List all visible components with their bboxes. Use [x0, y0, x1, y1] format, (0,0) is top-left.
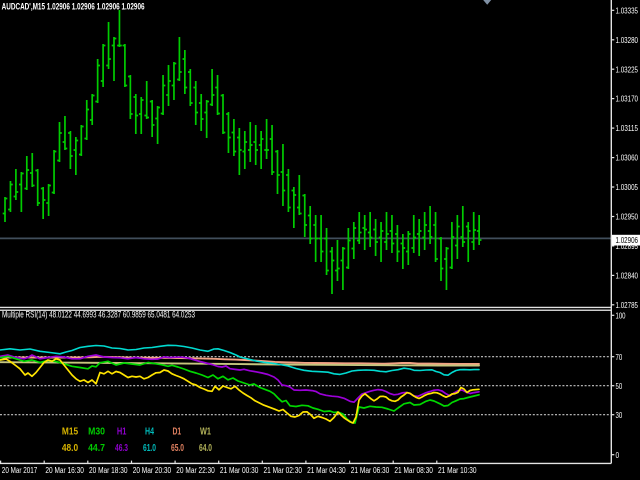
- svg-text:100: 100: [616, 310, 626, 320]
- svg-text:44.7: 44.7: [88, 443, 105, 454]
- svg-text:21 Mar 08:30: 21 Mar 08:30: [394, 465, 433, 475]
- svg-text:20 Mar 20:30: 20 Mar 20:30: [133, 465, 172, 475]
- svg-text:70: 70: [616, 352, 623, 362]
- svg-text:20 Mar 2017: 20 Mar 2017: [2, 465, 38, 475]
- svg-text:21 Mar 02:30: 21 Mar 02:30: [264, 465, 303, 475]
- svg-text:20 Mar 22:30: 20 Mar 22:30: [176, 465, 215, 475]
- svg-text:M30: M30: [88, 426, 105, 437]
- svg-text:1.03005: 1.03005: [616, 182, 639, 192]
- svg-text:20 Mar 16:30: 20 Mar 16:30: [45, 465, 84, 475]
- svg-text:65.0: 65.0: [171, 443, 184, 454]
- svg-text:1.02950: 1.02950: [616, 212, 639, 222]
- svg-text:H1: H1: [117, 426, 127, 437]
- svg-text:1.02840: 1.02840: [616, 271, 639, 281]
- svg-text:50: 50: [616, 381, 623, 391]
- svg-text:AUDCAD',M15 1.02906 1.02906 1: AUDCAD',M15 1.02906 1.02906 1.02906 1.02…: [2, 2, 145, 12]
- svg-text:1.02906: 1.02906: [616, 235, 639, 245]
- svg-text:1.02785: 1.02785: [616, 300, 639, 310]
- svg-text:21 Mar 10:30: 21 Mar 10:30: [438, 465, 477, 475]
- svg-text:30: 30: [616, 410, 623, 420]
- svg-text:64.0: 64.0: [199, 443, 212, 454]
- svg-text:21 Mar 04:30: 21 Mar 04:30: [307, 465, 346, 475]
- svg-text:1.03335: 1.03335: [616, 5, 639, 15]
- svg-text:1.03280: 1.03280: [616, 35, 639, 45]
- svg-text:Multiple RSI(14) 48.0122 44.69: Multiple RSI(14) 48.0122 44.6993 46.3287…: [2, 309, 195, 319]
- svg-text:1.03060: 1.03060: [616, 153, 639, 163]
- svg-text:0: 0: [616, 450, 620, 460]
- svg-text:1.03225: 1.03225: [616, 64, 639, 74]
- svg-text:H4: H4: [145, 426, 154, 437]
- svg-text:21 Mar 06:30: 21 Mar 06:30: [351, 465, 390, 475]
- svg-text:20 Mar 18:30: 20 Mar 18:30: [89, 465, 128, 475]
- svg-text:1.03115: 1.03115: [616, 123, 639, 133]
- svg-text:61.0: 61.0: [143, 443, 156, 454]
- svg-text:D1: D1: [173, 426, 182, 437]
- svg-text:M15: M15: [62, 426, 79, 437]
- svg-text:48.0: 48.0: [62, 443, 79, 454]
- svg-text:1.03170: 1.03170: [616, 94, 639, 104]
- svg-text:W1: W1: [200, 426, 211, 437]
- svg-text:46.3: 46.3: [115, 443, 128, 454]
- svg-text:21 Mar 00:30: 21 Mar 00:30: [220, 465, 259, 475]
